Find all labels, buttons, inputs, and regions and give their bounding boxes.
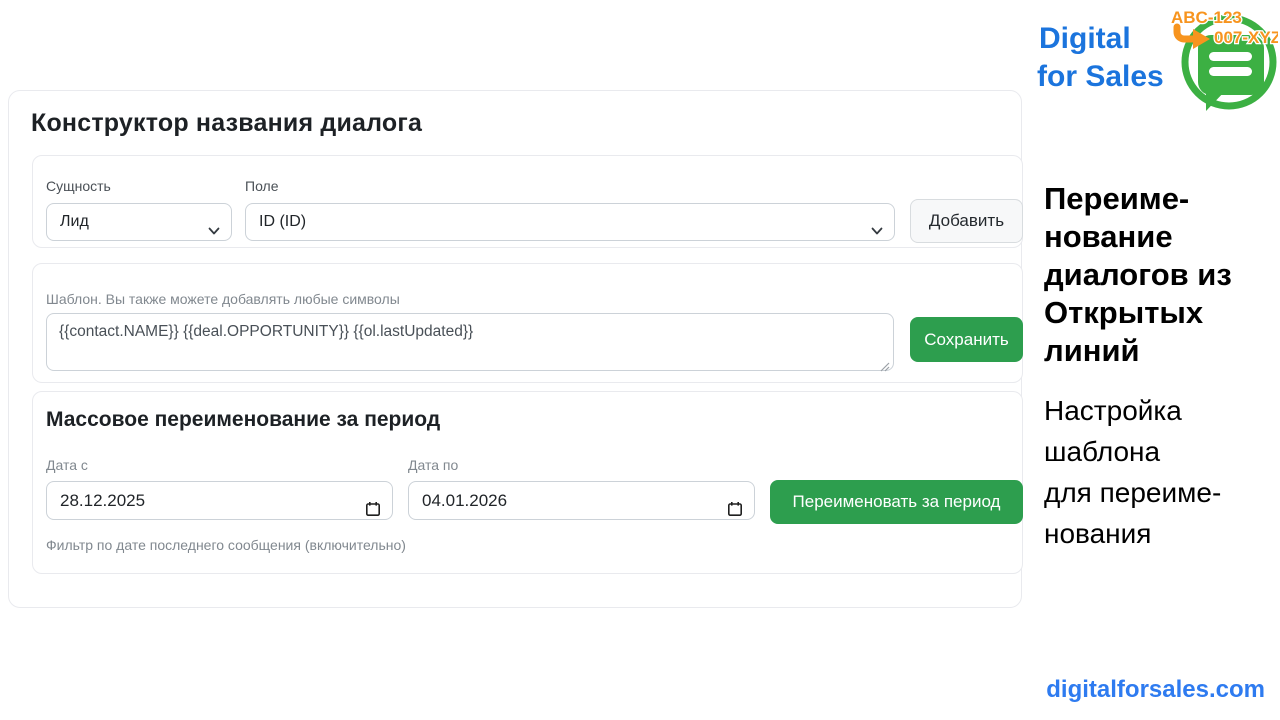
sidebar-heading: Переиме- нование диалогов из Открытых ли… (1044, 180, 1232, 370)
entity-label: Сущность (46, 178, 111, 194)
date-from-value: 28.12.2025 (60, 491, 146, 510)
field-select-value: ID (ID) (259, 213, 307, 230)
subtitle-line: шаблона (1044, 436, 1161, 467)
subtitle-line: для переиме- (1044, 477, 1222, 508)
template-label: Шаблон. Вы также можете добавлять любые … (46, 291, 400, 307)
sidebar-subtitle: Настройка шаблона для переиме- нования (1044, 390, 1221, 554)
chevron-down-icon (870, 216, 884, 240)
logo-badge-new-id: 007-XYZ (1214, 28, 1278, 47)
date-to-input[interactable]: 04.01.2026 (408, 481, 755, 520)
mass-rename-title: Массовое переименование за период (46, 408, 441, 431)
field-select[interactable]: ID (ID) (245, 203, 895, 241)
template-textarea[interactable]: {{contact.NAME}} {{deal.OPPORTUNITY}} {{… (46, 313, 894, 371)
subtitle-line: нования (1044, 518, 1152, 549)
date-to-label: Дата по (408, 457, 459, 473)
template-section: Шаблон. Вы также можете добавлять любые … (32, 263, 1023, 383)
dialog-name-constructor-card: Конструктор названия диалога Сущность Ли… (8, 90, 1023, 608)
mass-rename-section: Массовое переименование за период Дата с… (32, 391, 1023, 574)
date-to-value: 04.01.2026 (422, 491, 508, 510)
brand-wordmark: Digital for Sales (1037, 20, 1164, 96)
heading-line: Открытых (1044, 295, 1204, 330)
brand-line-2: for Sales (1037, 60, 1164, 93)
calendar-icon[interactable] (365, 493, 381, 530)
heading-line: диалогов из (1044, 257, 1232, 292)
entity-select-value: Лид (60, 213, 89, 230)
calendar-icon[interactable] (727, 493, 743, 530)
date-filter-hint: Фильтр по дате последнего сообщения (вкл… (46, 537, 406, 553)
date-from-input[interactable]: 28.12.2025 (46, 481, 393, 520)
heading-line: нование (1044, 219, 1173, 254)
heading-line: линий (1044, 333, 1140, 368)
date-from-label: Дата с (46, 457, 88, 473)
promo-sidebar: Digital for Sales ABC-123 007-XYZ Переим… (1023, 0, 1280, 720)
rename-period-button[interactable]: Переименовать за период (770, 480, 1023, 524)
website-link[interactable]: digitalforsales.com (1046, 676, 1265, 704)
subtitle-line: Настройка (1044, 395, 1182, 426)
add-button[interactable]: Добавить (910, 199, 1023, 243)
brand-line-1: Digital (1039, 22, 1131, 55)
heading-line: Переиме- (1044, 181, 1190, 216)
page-title: Конструктор названия диалога (31, 109, 423, 137)
entity-select[interactable]: Лид (46, 203, 232, 241)
entity-field-section: Сущность Лид Поле ID (ID) Добавить (32, 155, 1023, 248)
field-label: Поле (245, 178, 279, 194)
logo-badge-old-id: ABC-123 (1171, 8, 1242, 27)
save-button[interactable]: Сохранить (910, 317, 1023, 362)
chat-rename-logo-icon: ABC-123 007-XYZ (1160, 2, 1280, 119)
chevron-down-icon (207, 216, 221, 240)
